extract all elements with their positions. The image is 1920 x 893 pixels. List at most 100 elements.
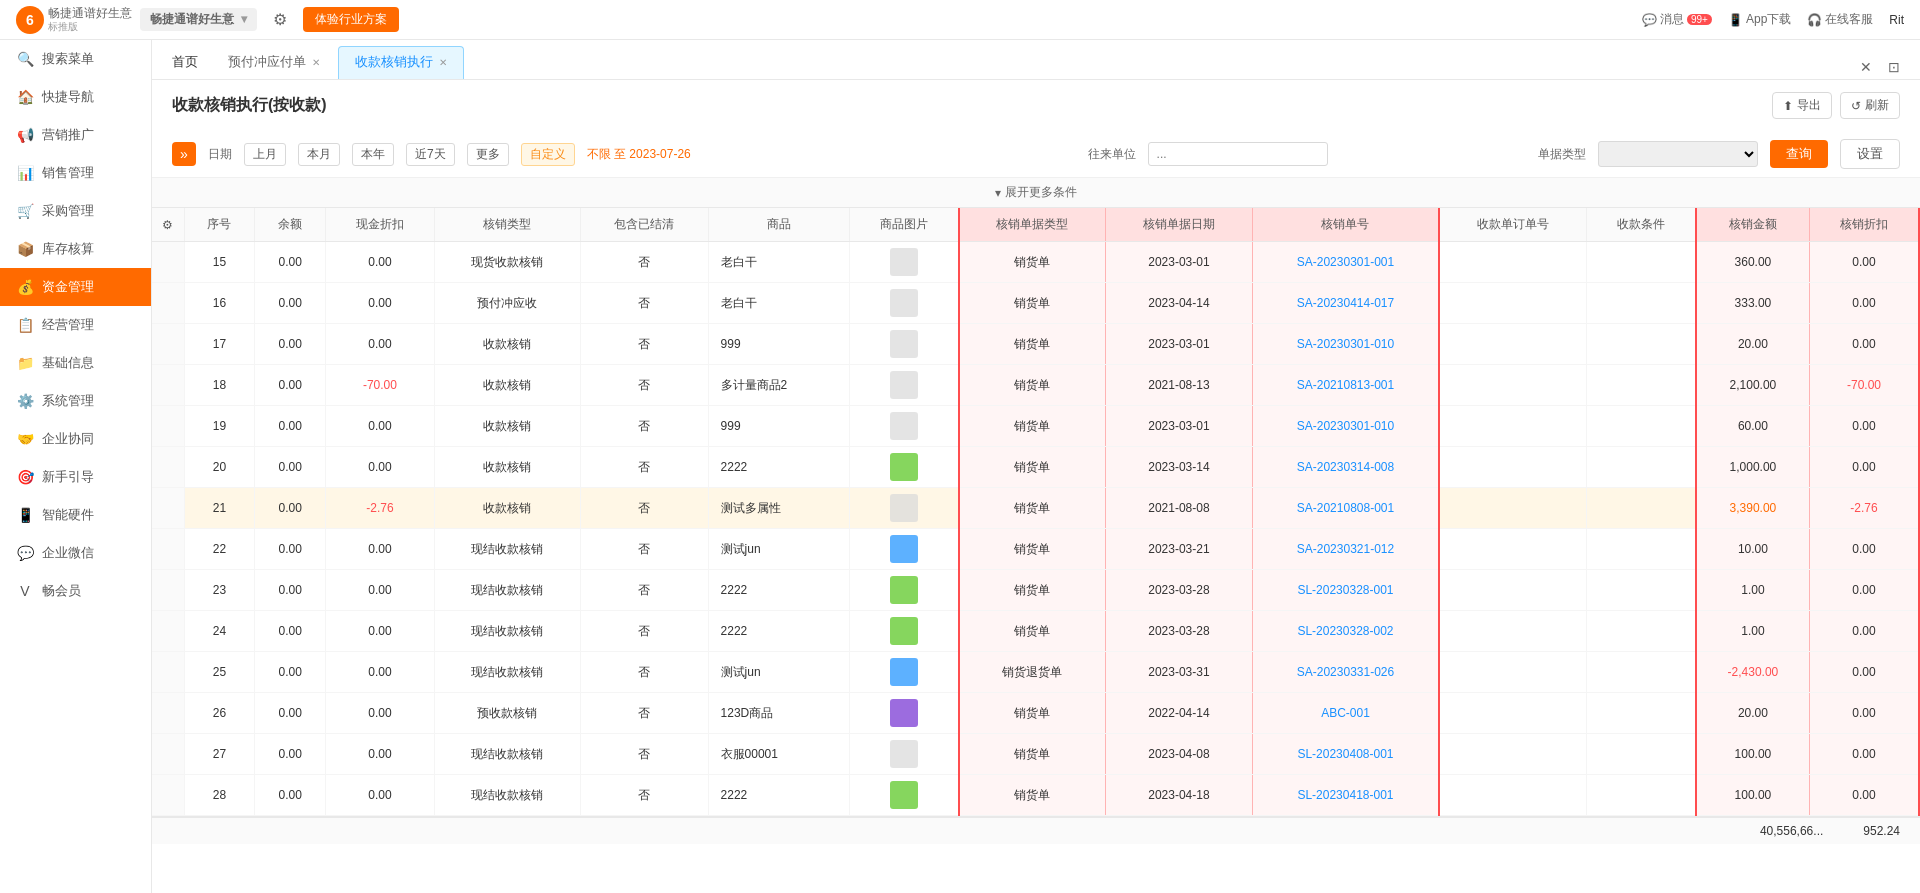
filter-area: » 日期 上月 本月 本年 近7天 更多 自定义 不限 至 2023-07-26… [152, 131, 1920, 178]
gear-settings-btn[interactable]: ⚙ [265, 8, 295, 31]
td-verify-discount: 0.00 [1810, 283, 1920, 324]
verify-bill-no-link[interactable]: ABC-001 [1321, 706, 1370, 720]
chevron-down-icon: ▾ [995, 186, 1001, 200]
verify-bill-no-link[interactable]: SA-20210813-001 [1297, 378, 1394, 392]
user-name[interactable]: Rit [1889, 13, 1904, 27]
sidebar-item-sys[interactable]: ⚙️ 系统管理 [0, 382, 151, 420]
td-include-settled: 否 [581, 652, 708, 693]
td-verify-type: 预收款核销 [434, 693, 580, 734]
sidebar-item-sales[interactable]: 📊 销售管理 [0, 154, 151, 192]
tab-home[interactable]: 首页 [160, 47, 210, 79]
th-cash-discount: 现金折扣 [326, 208, 435, 242]
filter-btn-custom[interactable]: 自定义 [521, 143, 575, 166]
verify-bill-no-link[interactable]: SL-20230418-001 [1297, 788, 1393, 802]
td-receipt-condition [1586, 611, 1695, 652]
tab-prepay[interactable]: 预付冲应付单 ✕ [212, 47, 336, 79]
sidebar-item-wechat[interactable]: 💬 企业微信 [0, 534, 151, 572]
sys-icon: ⚙️ [16, 393, 34, 409]
settings-button[interactable]: 设置 [1840, 139, 1900, 169]
th-settings[interactable]: ⚙ [152, 208, 184, 242]
verify-bill-no-link[interactable]: SA-20230301-010 [1297, 337, 1394, 351]
verify-bill-no-link[interactable]: SL-20230328-001 [1297, 583, 1393, 597]
notification-item[interactable]: 💬 消息 99+ [1642, 11, 1712, 28]
expand-more-btn[interactable]: ▾ 展开更多条件 [995, 184, 1077, 201]
td-no: 28 [184, 775, 255, 816]
td-receipt-order-no [1439, 365, 1586, 406]
filter-btn-this-month[interactable]: 本月 [298, 143, 340, 166]
sidebar-label-corp: 企业协同 [42, 430, 94, 448]
td-cash-discount: 0.00 [326, 775, 435, 816]
verify-bill-no-link[interactable]: SL-20230328-002 [1297, 624, 1393, 638]
td-verify-bill-no: SA-20230301-010 [1252, 324, 1439, 365]
online-service-item[interactable]: 🎧 在线客服 [1807, 11, 1873, 28]
logo-icon: 6 [16, 6, 44, 34]
filter-collapse-btn[interactable]: » [172, 142, 196, 166]
sidebar-item-inventory[interactable]: 📦 库存核算 [0, 230, 151, 268]
td-receipt-order-no [1439, 775, 1586, 816]
th-verify-amount: 核销金额 [1696, 208, 1810, 242]
sidebar-item-marketing[interactable]: 📢 营销推广 [0, 116, 151, 154]
export-button[interactable]: ⬆ 导出 [1772, 92, 1832, 119]
verify-bill-no-link[interactable]: SA-20230301-010 [1297, 419, 1394, 433]
tab-prepay-label: 预付冲应付单 [228, 53, 306, 71]
sidebar-label-hardware: 智能硬件 [42, 506, 94, 524]
verify-bill-no-link[interactable]: SA-20230414-017 [1297, 296, 1394, 310]
td-receipt-condition [1586, 734, 1695, 775]
sidebar-item-basic[interactable]: 📁 基础信息 [0, 344, 151, 382]
filter-partner-input[interactable] [1148, 142, 1328, 166]
data-table: ⚙ 序号 余额 现金折扣 核销类型 包含已结清 商品 商品图片 核销单据类型 核… [152, 208, 1920, 816]
table-row: 26 0.00 0.00 预收款核销 否 123D商品 销货单 2022-04-… [152, 693, 1919, 734]
refresh-button[interactable]: ↺ 刷新 [1840, 92, 1900, 119]
tab-receipt-close[interactable]: ✕ [439, 57, 447, 68]
close-window-btn[interactable]: ✕ [1856, 55, 1876, 79]
table-row: 18 0.00 -70.00 收款核销 否 多计量商品2 销货单 2021-08… [152, 365, 1919, 406]
sidebar-item-purchase[interactable]: 🛒 采购管理 [0, 192, 151, 230]
sidebar-item-capital[interactable]: 💰 资金管理 [0, 268, 151, 306]
sidebar-item-hardware[interactable]: 📱 智能硬件 [0, 496, 151, 534]
th-verify-discount: 核销折扣 [1810, 208, 1920, 242]
td-no: 21 [184, 488, 255, 529]
td-settings [152, 324, 184, 365]
tab-receipt-verify[interactable]: 收款核销执行 ✕ [338, 46, 464, 79]
td-no: 17 [184, 324, 255, 365]
td-receipt-condition [1586, 365, 1695, 406]
filter-btn-more-date[interactable]: 更多 [467, 143, 509, 166]
filter-voucher-type-select[interactable] [1598, 141, 1758, 167]
query-button[interactable]: 查询 [1770, 140, 1828, 168]
sidebar-item-corp[interactable]: 🤝 企业协同 [0, 420, 151, 458]
td-verify-bill-date: 2022-04-14 [1106, 693, 1252, 734]
verify-bill-no-link[interactable]: SA-20230321-012 [1297, 542, 1394, 556]
sidebar-item-ops[interactable]: 📋 经营管理 [0, 306, 151, 344]
main-content: 首页 预付冲应付单 ✕ 收款核销执行 ✕ ✕ ⊡ 收款核销执行(按收款) ⬆ 导… [152, 40, 1920, 893]
filter-btn-last-month[interactable]: 上月 [244, 143, 286, 166]
basic-icon: 📁 [16, 355, 34, 371]
td-verify-bill-type: 销货单 [959, 734, 1106, 775]
sidebar-item-member[interactable]: V 畅会员 [0, 572, 151, 610]
filter-btn-7days[interactable]: 近7天 [406, 143, 455, 166]
td-no: 22 [184, 529, 255, 570]
industry-btn[interactable]: 体验行业方案 [303, 7, 399, 32]
tab-prepay-close[interactable]: ✕ [312, 57, 320, 68]
verify-bill-no-link[interactable]: SA-20210808-001 [1297, 501, 1394, 515]
filter-btn-this-year[interactable]: 本年 [352, 143, 394, 166]
main-layout: 🔍 搜索菜单 🏠 快捷导航 📢 营销推广 📊 销售管理 🛒 采购管理 📦 库存核… [0, 40, 1920, 893]
sidebar-label-purchase: 采购管理 [42, 202, 94, 220]
app-download-item[interactable]: 📱 App下载 [1728, 11, 1791, 28]
company-name[interactable]: 畅捷通谱好生意 ▾ [140, 8, 257, 31]
td-receipt-order-no [1439, 611, 1586, 652]
verify-bill-no-link[interactable]: SL-20230408-001 [1297, 747, 1393, 761]
th-verify-bill-no: 核销单号 [1252, 208, 1439, 242]
verify-bill-no-link[interactable]: SA-20230314-008 [1297, 460, 1394, 474]
verify-bill-no-link[interactable]: SA-20230331-026 [1297, 665, 1394, 679]
verify-bill-no-link[interactable]: SA-20230301-001 [1297, 255, 1394, 269]
sidebar-item-guide[interactable]: 🎯 新手引导 [0, 458, 151, 496]
td-verify-bill-type: 销货单 [959, 324, 1106, 365]
td-verify-discount: 0.00 [1810, 324, 1920, 365]
sidebar-item-quick-nav[interactable]: 🏠 快捷导航 [0, 78, 151, 116]
td-balance: 0.00 [255, 734, 326, 775]
maximize-window-btn[interactable]: ⊡ [1884, 55, 1904, 79]
td-no: 26 [184, 693, 255, 734]
sidebar-item-search-menu[interactable]: 🔍 搜索菜单 [0, 40, 151, 78]
td-verify-amount: 1,000.00 [1696, 447, 1810, 488]
table-wrapper[interactable]: ⚙ 序号 余额 现金折扣 核销类型 包含已结清 商品 商品图片 核销单据类型 核… [152, 208, 1920, 893]
